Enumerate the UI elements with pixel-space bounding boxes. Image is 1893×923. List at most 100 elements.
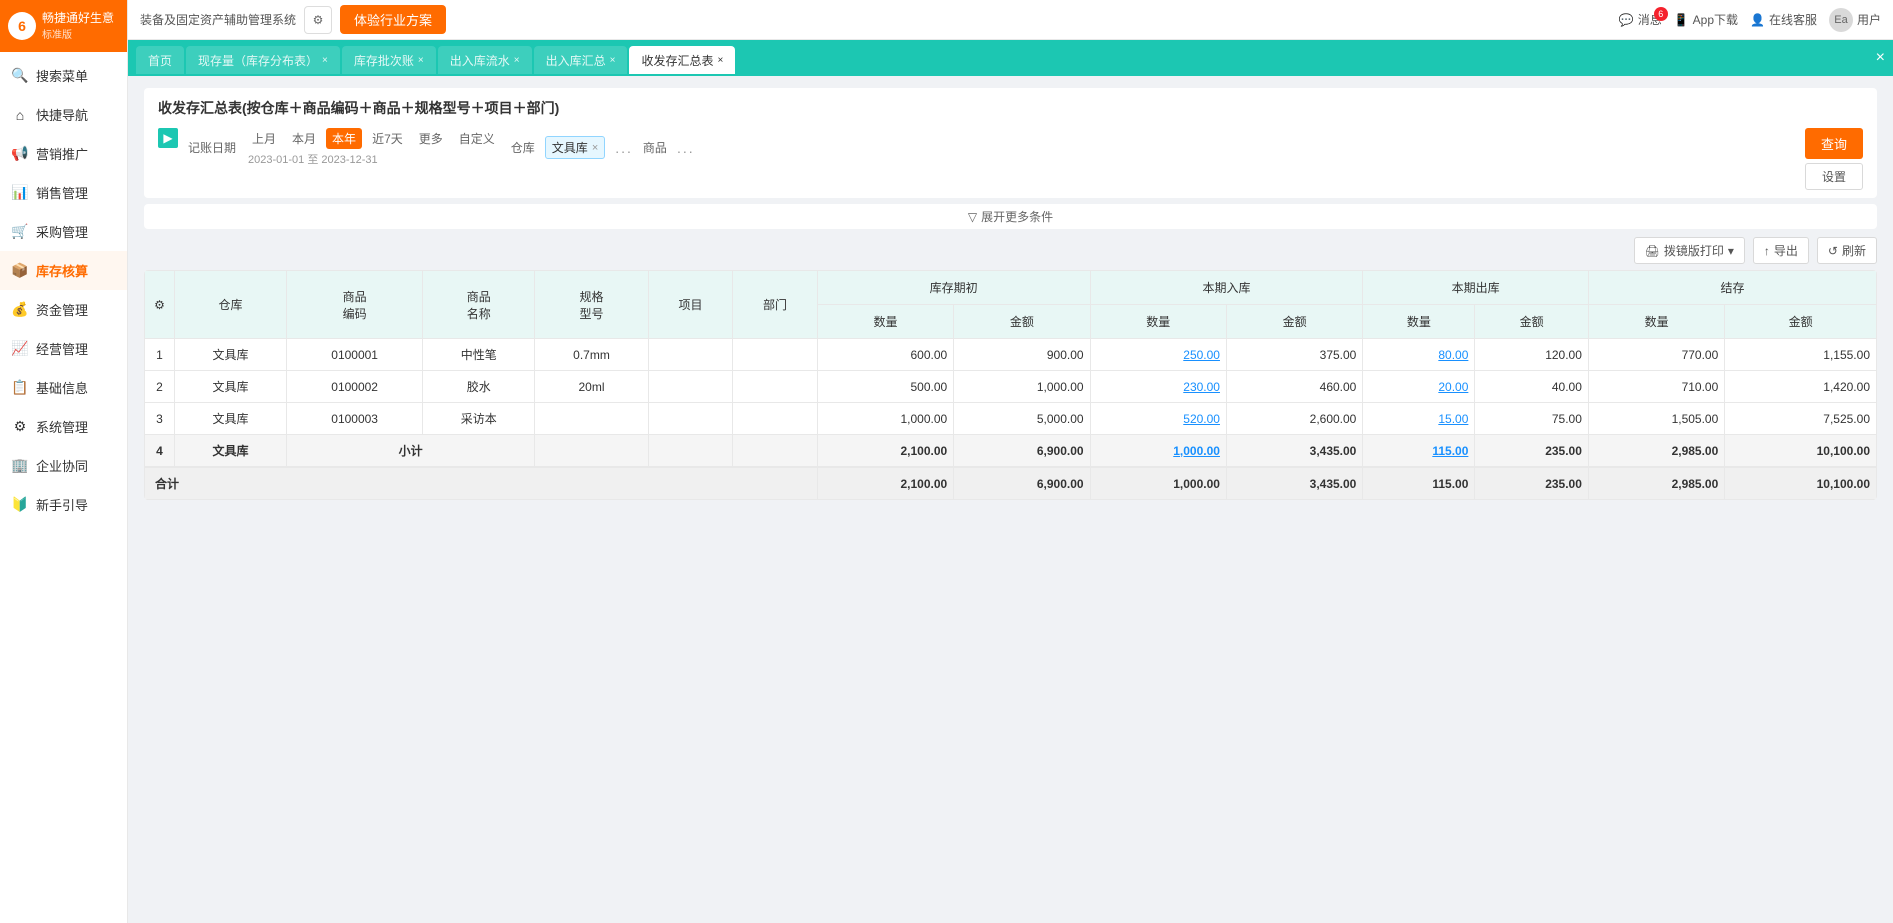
row-out-qty[interactable]: 80.00 xyxy=(1363,339,1475,371)
row-out-qty[interactable]: 20.00 xyxy=(1363,371,1475,403)
tab-flow[interactable]: 出入库流水 × xyxy=(438,46,532,74)
row-name: 中性笔 xyxy=(423,339,535,371)
row-bal-amt: 1,420.00 xyxy=(1725,371,1877,403)
row-code: 0100003 xyxy=(286,403,422,435)
filter-collapse-btn[interactable]: ▶ xyxy=(158,128,178,148)
table-group-out: 本期出库 xyxy=(1363,271,1589,305)
goods-more-icon[interactable]: ... xyxy=(677,140,695,156)
subtotal-out-amt: 235.00 xyxy=(1475,435,1589,468)
table-group-balance: 结存 xyxy=(1588,271,1876,305)
sidebar-item-marketing-label: 营销推广 xyxy=(36,144,88,163)
tab-home[interactable]: 首页 xyxy=(136,46,184,74)
row-project xyxy=(648,403,733,435)
date-7days-btn[interactable]: 近7天 xyxy=(366,128,409,149)
row-bal-qty: 770.00 xyxy=(1588,339,1724,371)
sales-icon: 📊 xyxy=(12,185,28,201)
sidebar-item-search[interactable]: 🔍 搜索菜单 xyxy=(0,56,127,95)
settings-gear-icon[interactable]: ⚙ xyxy=(304,6,332,34)
date-label: 记账日期 xyxy=(188,139,236,156)
tab-batch-close[interactable]: × xyxy=(418,55,424,66)
logo-area: 6 畅捷通好生意 标准版 xyxy=(0,0,127,52)
tab-current-stock-close[interactable]: × xyxy=(322,55,328,66)
row-code: 0100002 xyxy=(286,371,422,403)
warehouse-tag[interactable]: 文具库 × xyxy=(545,136,605,159)
online-service-label: 在线客服 xyxy=(1769,11,1817,28)
subtotal-in-amt: 3,435.00 xyxy=(1226,435,1362,468)
row-in-amt: 460.00 xyxy=(1226,371,1362,403)
date-custom-btn[interactable]: 自定义 xyxy=(453,128,501,149)
avatar: Ea xyxy=(1829,8,1853,32)
table-col-settings[interactable]: ⚙ xyxy=(145,271,175,339)
subtotal-in-qty[interactable]: 1,000.00 xyxy=(1090,435,1226,468)
row-no: 1 xyxy=(145,339,175,371)
print-btn[interactable]: 🖨 拨镜版打印 ▾ xyxy=(1634,237,1745,264)
trial-button[interactable]: 体验行业方案 xyxy=(340,5,446,34)
sidebar-item-system[interactable]: ⚙ 系统管理 xyxy=(0,407,127,446)
tabbar-close-icon[interactable]: × xyxy=(1876,49,1885,67)
tab-summary-close[interactable]: × xyxy=(610,55,616,66)
tab-batch[interactable]: 库存批次账 × xyxy=(342,46,436,74)
sidebar: 6 畅捷通好生意 标准版 🔍 搜索菜单 ⌂ 快捷导航 📢 营销推广 📊 销售管理… xyxy=(0,0,128,923)
sidebar-item-marketing[interactable]: 📢 营销推广 xyxy=(0,134,127,173)
tab-receive-send-close[interactable]: × xyxy=(717,55,723,66)
table-in-qty-header: 数量 xyxy=(1090,305,1226,339)
sidebar-item-sales-label: 销售管理 xyxy=(36,183,88,202)
purchase-icon: 🛒 xyxy=(12,224,28,240)
tab-receive-send[interactable]: 收发存汇总表 × xyxy=(629,46,735,74)
sidebar-item-purchase[interactable]: 🛒 采购管理 xyxy=(0,212,127,251)
expand-chevron-icon: ▽ xyxy=(968,210,977,224)
row-dept xyxy=(733,371,818,403)
export-label: 导出 xyxy=(1774,242,1798,259)
expand-more-row: ▽ 展开更多条件 xyxy=(144,204,1877,229)
subtotal-out-qty[interactable]: 115.00 xyxy=(1363,435,1475,468)
total-out-qty: 115.00 xyxy=(1363,467,1475,500)
main-area: 装备及固定资产辅助管理系统 ⚙ 体验行业方案 💬 消息 6 📱 App下载 👤 … xyxy=(128,0,1893,923)
message-btn[interactable]: 💬 消息 6 xyxy=(1619,11,1662,28)
page-title: 收发存汇总表(按仓库＋商品编码＋商品＋规格型号＋项目＋部门) xyxy=(158,98,1863,118)
date-range: 2023-01-01 至 2023-12-31 xyxy=(246,151,501,167)
query-button[interactable]: 查询 xyxy=(1805,128,1863,159)
row-open-qty: 1,000.00 xyxy=(817,403,953,435)
settings-button[interactable]: 设置 xyxy=(1805,163,1863,190)
warehouse-tag-close-icon[interactable]: × xyxy=(592,142,598,154)
sidebar-item-enterprise[interactable]: 🏢 企业协同 xyxy=(0,446,127,485)
sidebar-item-inventory[interactable]: 📦 库存核算 xyxy=(0,251,127,290)
export-btn[interactable]: ↑ 导出 xyxy=(1753,237,1809,264)
home-icon: ⌂ xyxy=(12,107,28,123)
date-last-month-btn[interactable]: 上月 xyxy=(246,128,282,149)
warehouse-more-icon[interactable]: ... xyxy=(615,140,633,156)
sidebar-item-finance[interactable]: 💰 资金管理 xyxy=(0,290,127,329)
sidebar-item-operations[interactable]: 📈 经营管理 xyxy=(0,329,127,368)
row-in-qty[interactable]: 230.00 xyxy=(1090,371,1226,403)
total-label: 合计 xyxy=(145,467,818,500)
table-row: 3 文具库 0100003 采访本 1,000.00 5,000.00 520.… xyxy=(145,403,1877,435)
expand-more-btn[interactable]: ▽ 展开更多条件 xyxy=(968,208,1053,225)
refresh-btn[interactable]: ↺ 刷新 xyxy=(1817,237,1877,264)
tab-flow-close[interactable]: × xyxy=(514,55,520,66)
sidebar-item-basic[interactable]: 📋 基础信息 xyxy=(0,368,127,407)
warehouse-filter-label: 仓库 xyxy=(511,139,535,156)
subtotal-no: 4 xyxy=(145,435,175,468)
data-table: ⚙ 仓库 商品编码 商品名称 规格型号 项目 部门 库存期初 本期入库 本期出库… xyxy=(144,270,1877,500)
sidebar-item-operations-label: 经营管理 xyxy=(36,339,88,358)
date-this-month-btn[interactable]: 本月 xyxy=(286,128,322,149)
date-this-year-btn[interactable]: 本年 xyxy=(326,128,362,149)
row-in-qty[interactable]: 250.00 xyxy=(1090,339,1226,371)
row-out-qty[interactable]: 15.00 xyxy=(1363,403,1475,435)
table-open-qty-header: 数量 xyxy=(817,305,953,339)
row-no: 2 xyxy=(145,371,175,403)
row-warehouse: 文具库 xyxy=(175,371,287,403)
row-project xyxy=(648,371,733,403)
user-btn[interactable]: Ea 用户 xyxy=(1829,8,1881,32)
date-more-btn[interactable]: 更多 xyxy=(413,128,449,149)
online-service-btn[interactable]: 👤 在线客服 xyxy=(1750,11,1817,28)
tab-summary[interactable]: 出入库汇总 × xyxy=(534,46,628,74)
app-download-btn[interactable]: 📱 App下载 xyxy=(1674,11,1738,28)
sidebar-item-sales[interactable]: 📊 销售管理 xyxy=(0,173,127,212)
sidebar-item-quicknav[interactable]: ⌂ 快捷导航 xyxy=(0,95,127,134)
tab-current-stock[interactable]: 现存量（库存分布表） × xyxy=(186,46,340,74)
tab-summary-label: 出入库汇总 xyxy=(546,52,606,69)
table-row: 1 文具库 0100001 中性笔 0.7mm 600.00 900.00 25… xyxy=(145,339,1877,371)
row-in-qty[interactable]: 520.00 xyxy=(1090,403,1226,435)
sidebar-item-guide[interactable]: 🔰 新手引导 xyxy=(0,485,127,524)
